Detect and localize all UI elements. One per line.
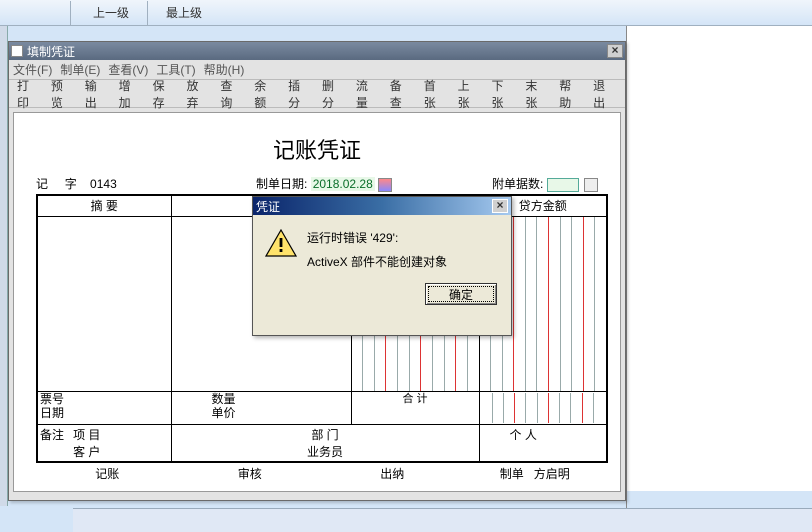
tb-lookup[interactable]: 备查 [388, 75, 416, 113]
toolbar: 打印 预览 输出 增加 保存 放弃 查询 余额 插分 删分 流量 备查 首张 上… [9, 80, 625, 108]
tb-output[interactable]: 输出 [83, 75, 111, 113]
warning-icon [265, 229, 297, 257]
titlebar: 填制凭证 × [9, 42, 625, 60]
label-qty: 数量 [212, 392, 236, 406]
calendar-icon[interactable] [378, 178, 392, 192]
dialog-line1: 运行时错误 '429': [307, 229, 447, 247]
sig-cashier: 出纳 [321, 465, 464, 482]
dialog-message: 运行时错误 '429': ActiveX 部件不能创建对象 [307, 229, 447, 271]
sig-audit: 审核 [179, 465, 322, 482]
voucher-number[interactable]: 0143 [90, 177, 117, 191]
top-level-button[interactable]: 最上级 [148, 0, 220, 25]
sig-bookkeep: 记账 [36, 465, 179, 482]
maker-name: 方启明 [534, 467, 570, 481]
window-icon [11, 45, 23, 57]
cell-ticket: 票号 日期 [37, 392, 171, 425]
tb-preview[interactable]: 预览 [49, 75, 77, 113]
cell-qty: 数量 单价 [171, 392, 351, 425]
label-salesperson: 业务员 [307, 445, 343, 459]
doc-header: 记 字 0143 制单日期: 2018.02.28 附单据数: [36, 175, 598, 192]
cell-summary[interactable] [37, 217, 171, 392]
tb-next[interactable]: 下张 [489, 75, 517, 113]
tb-add[interactable]: 增加 [117, 75, 145, 113]
attach-label: 附单据数: [492, 177, 543, 191]
cell-remark: 备注 项 目 备注 客 户 [37, 425, 171, 463]
right-panel [626, 26, 812, 512]
label-ticketno: 票号 [40, 392, 64, 406]
label-price: 单价 [212, 406, 236, 420]
cell-total-label: 合 计 [351, 392, 479, 425]
tb-exit[interactable]: 退出 [591, 75, 619, 113]
tb-prev[interactable]: 上张 [456, 75, 484, 113]
label-remark: 备注 [40, 428, 64, 442]
dialog-close-icon[interactable]: × [492, 199, 508, 213]
date-field[interactable]: 2018.02.28 [311, 177, 375, 191]
cell-total-credit [479, 392, 607, 425]
cell-person: 个 人 [479, 425, 607, 463]
cell-dept: 部 门 业务员 [171, 425, 479, 463]
label-customer: 客 户 [73, 445, 100, 459]
tb-save[interactable]: 保存 [151, 75, 179, 113]
sig-maker: 制单 方启明 [464, 465, 607, 482]
tb-abandon[interactable]: 放弃 [184, 75, 212, 113]
tb-flow[interactable]: 流量 [354, 75, 382, 113]
signature-row: 记账 审核 出纳 制单 方启明 [36, 465, 606, 482]
tb-first[interactable]: 首张 [422, 75, 450, 113]
label-person: 个 人 [510, 428, 537, 442]
type-label-left: 记 [36, 177, 48, 191]
window-title: 填制凭证 [27, 43, 607, 60]
attach-count-input[interactable] [547, 178, 579, 192]
outer-toolbar: 上一级 最上级 [0, 0, 812, 26]
ok-button[interactable]: 确定 [425, 283, 497, 305]
tb-last[interactable]: 末张 [523, 75, 551, 113]
tb-insert[interactable]: 插分 [286, 75, 314, 113]
tb-help[interactable]: 帮助 [557, 75, 585, 113]
tb-print[interactable]: 打印 [15, 75, 43, 113]
label-project: 项 目 [73, 428, 100, 442]
dialog-titlebar: 凭证 × [253, 197, 511, 215]
header-summary: 摘 要 [37, 195, 171, 217]
error-dialog: 凭证 × 运行时错误 '429': ActiveX 部件不能创建对象 确定 [252, 196, 512, 336]
label-ticketdate: 日期 [40, 406, 64, 420]
magnify-icon[interactable] [584, 178, 598, 192]
prev-level-button[interactable]: 上一级 [75, 0, 147, 25]
tb-balance[interactable]: 余额 [252, 75, 280, 113]
label-dept: 部 门 [311, 428, 338, 442]
dialog-line2: ActiveX 部件不能创建对象 [307, 253, 447, 271]
bottom-strip [73, 508, 812, 532]
dialog-title: 凭证 [256, 198, 492, 215]
type-label-right: 字 [65, 177, 77, 191]
date-label: 制单日期: [256, 177, 307, 191]
close-icon[interactable]: × [607, 44, 623, 58]
doc-title: 记账凭证 [36, 133, 598, 165]
tb-query[interactable]: 查询 [218, 75, 246, 113]
tb-delete[interactable]: 删分 [320, 75, 348, 113]
